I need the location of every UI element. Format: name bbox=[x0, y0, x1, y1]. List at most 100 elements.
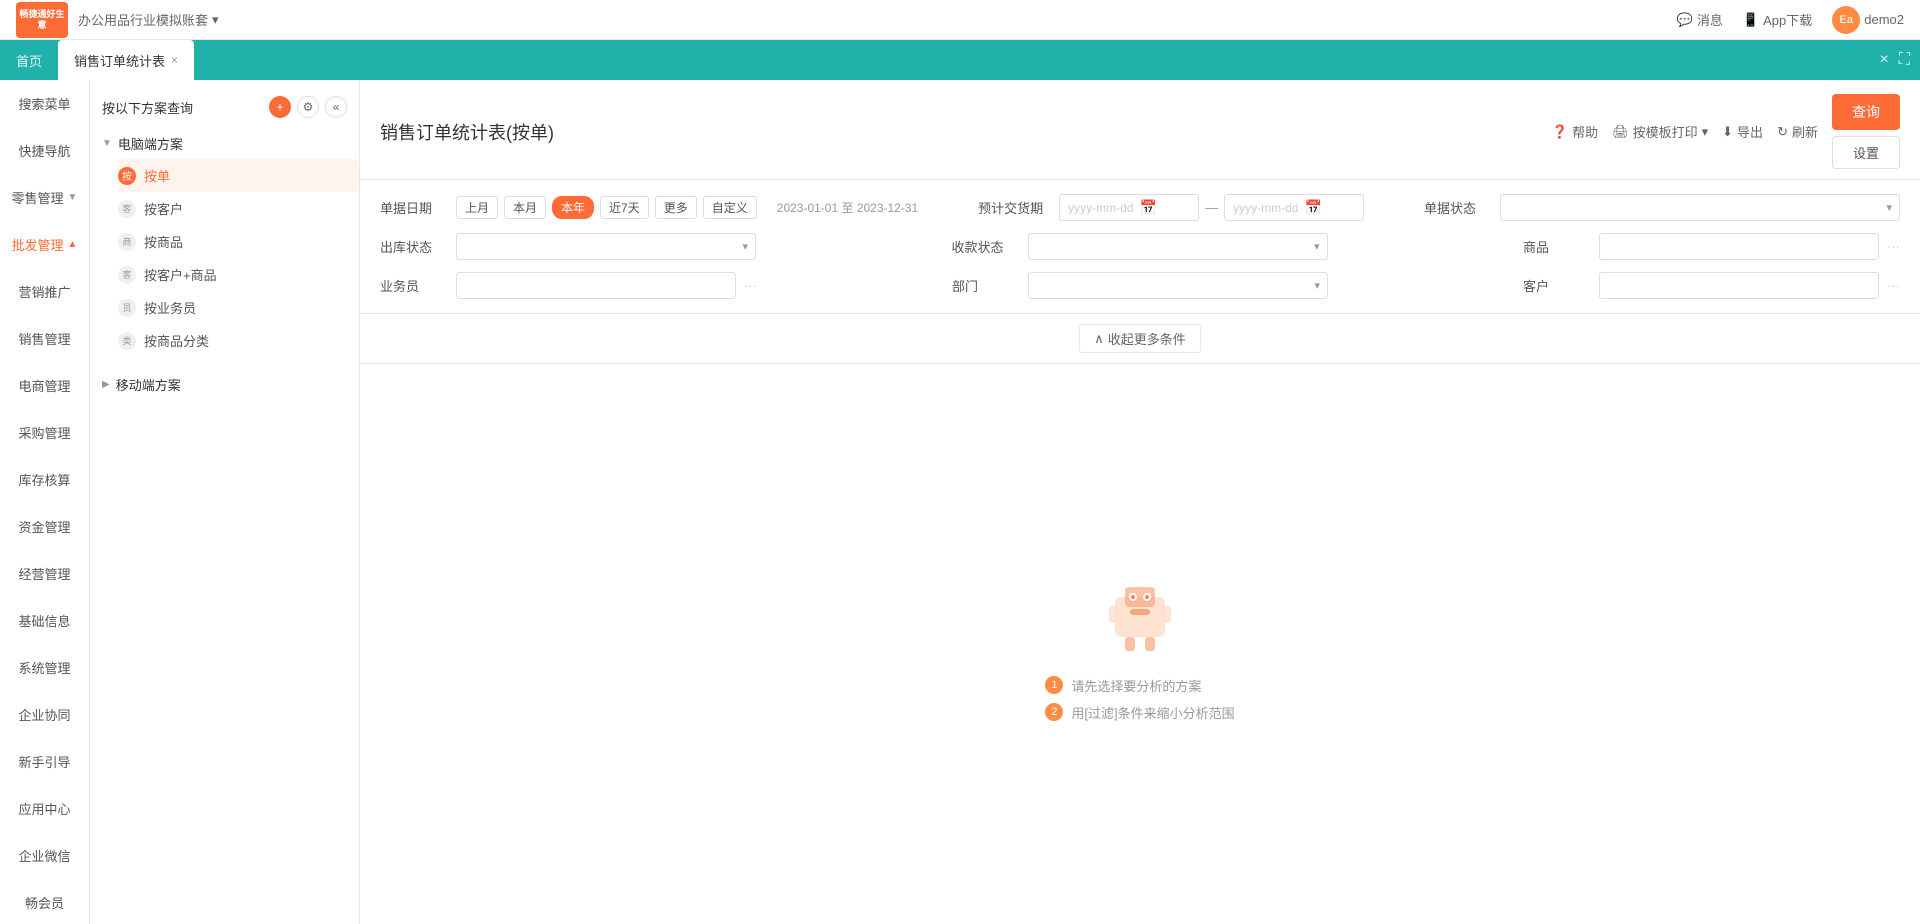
product-dots[interactable]: ··· bbox=[1887, 239, 1900, 254]
pc-section-label: 电脑端方案 bbox=[118, 134, 183, 153]
mobile-section-arrow-icon: ▶ bbox=[102, 379, 110, 390]
help-icon: ❓ bbox=[1552, 124, 1568, 140]
tab-home-label: 首页 bbox=[16, 51, 42, 70]
status-select[interactable] bbox=[1500, 194, 1900, 221]
message-label: 消息 bbox=[1697, 10, 1723, 29]
empty-illustration bbox=[1095, 567, 1185, 660]
empty-hint-2: 2 用[过滤]条件来缩小分析范围 bbox=[1045, 703, 1234, 722]
prev-month-btn[interactable]: 上月 bbox=[456, 196, 498, 219]
collapse-btn-label: 收起更多条件 bbox=[1108, 329, 1186, 348]
scheme-item-by-salesperson[interactable]: 员 按业务员 bbox=[118, 291, 359, 324]
tab-home[interactable]: 首页 bbox=[0, 40, 58, 80]
this-year-btn[interactable]: 本年 bbox=[552, 196, 594, 219]
hint-2-text: 用[过滤]条件来缩小分析范围 bbox=[1071, 703, 1234, 722]
delivery-status-wrap: ▾ bbox=[456, 233, 756, 260]
department-select[interactable] bbox=[1028, 272, 1328, 299]
sidebar-item-member[interactable]: 畅会员 bbox=[0, 879, 89, 924]
delivery-status-label: 出库状态 bbox=[380, 237, 440, 256]
scheme-item-by-category[interactable]: 类 按商品分类 bbox=[118, 324, 359, 357]
sidebar: 搜索菜单 快捷导航 零售管理 ▼ 批发管理 ▲ 营销推广 销售管理 电商管理 采… bbox=[0, 80, 90, 924]
customer-label: 客户 bbox=[1523, 276, 1583, 295]
this-month-btn[interactable]: 本月 bbox=[504, 196, 546, 219]
page-title: 销售订单统计表(按单) bbox=[380, 119, 554, 145]
salesperson-input[interactable] bbox=[456, 272, 736, 299]
sidebar-item-inventory[interactable]: 库存核算 bbox=[0, 456, 89, 503]
sidebar-item-marketing[interactable]: 营销推广 bbox=[0, 268, 89, 315]
export-btn[interactable]: ⬇ 导出 bbox=[1722, 122, 1763, 141]
tab-sales-order-stats[interactable]: 销售订单统计表 × bbox=[58, 40, 194, 80]
user-name: demo2 bbox=[1864, 12, 1904, 27]
user-profile[interactable]: Ea demo2 bbox=[1832, 6, 1904, 34]
sidebar-item-appstore[interactable]: 应用中心 bbox=[0, 785, 89, 832]
calendar-from-icon: 📅 bbox=[1139, 199, 1156, 216]
sidebar-item-sales[interactable]: 销售管理 bbox=[0, 315, 89, 362]
salesperson-dots[interactable]: ··· bbox=[744, 278, 757, 293]
pc-section-arrow-icon: ▼ bbox=[102, 138, 112, 149]
payment-status-select[interactable] bbox=[1028, 233, 1328, 260]
template-print-btn[interactable]: 🖨 按模板打印 ▾ bbox=[1612, 122, 1708, 141]
sidebar-item-purchase[interactable]: 采购管理 bbox=[0, 409, 89, 456]
department-label: 部门 bbox=[952, 276, 1012, 295]
sidebar-purchase-label: 采购管理 bbox=[18, 426, 70, 441]
sidebar-item-quick-nav[interactable]: 快捷导航 bbox=[0, 127, 89, 174]
sidebar-item-retail[interactable]: 零售管理 ▼ bbox=[0, 174, 89, 221]
sidebar-item-operations[interactable]: 经营管理 bbox=[0, 550, 89, 597]
scheme-add-btn[interactable]: + bbox=[269, 96, 291, 118]
tab-controls: × ⛶ bbox=[1879, 51, 1920, 69]
payment-status-label: 收款状态 bbox=[952, 237, 1012, 256]
refresh-btn[interactable]: ↻ 刷新 bbox=[1777, 122, 1818, 141]
sidebar-item-newbie[interactable]: 新手引导 bbox=[0, 738, 89, 785]
sidebar-item-finance[interactable]: 资金管理 bbox=[0, 503, 89, 550]
sidebar-inventory-label: 库存核算 bbox=[18, 473, 70, 488]
window-expand-icon[interactable]: ⛶ bbox=[1899, 51, 1910, 69]
refresh-label: 刷新 bbox=[1792, 122, 1818, 141]
scheme-item-by-customer[interactable]: 客 按客户 bbox=[118, 192, 359, 225]
delivery-date-from[interactable]: yyyy-mm-dd 📅 bbox=[1059, 194, 1199, 221]
scheme-collapse-btn[interactable]: « bbox=[325, 96, 347, 118]
app-subtitle-dropdown[interactable]: 办公用品行业模拟账套 ▾ bbox=[78, 10, 219, 29]
page-header-actions: ❓ 帮助 🖨 按模板打印 ▾ ⬇ 导出 ↻ 刷新 bbox=[1552, 94, 1900, 169]
tabbar: 首页 销售订单统计表 × × ⛶ bbox=[0, 40, 1920, 80]
right-content: 销售订单统计表(按单) ❓ 帮助 🖨 按模板打印 ▾ ⬇ 导出 bbox=[360, 80, 1920, 924]
help-btn[interactable]: ❓ 帮助 bbox=[1552, 122, 1598, 141]
scheme-section-pc-header[interactable]: ▼ 电脑端方案 bbox=[90, 128, 359, 159]
query-btn[interactable]: 查询 bbox=[1832, 94, 1900, 130]
scheme-item-by-order[interactable]: 按 按单 bbox=[118, 159, 359, 192]
collapse-btn[interactable]: ∧ 收起更多条件 bbox=[1079, 324, 1201, 353]
filter-row-2: 出库状态 ▾ 收款状态 ▾ bbox=[380, 233, 1900, 260]
product-input[interactable] bbox=[1599, 233, 1879, 260]
delivery-date-group: yyyy-mm-dd 📅 — yyyy-mm-dd 📅 bbox=[1059, 194, 1364, 221]
department-wrap: ▾ bbox=[1028, 272, 1328, 299]
customer-input[interactable] bbox=[1599, 272, 1879, 299]
custom-btn[interactable]: 自定义 bbox=[703, 196, 757, 219]
set-btn[interactable]: 设置 bbox=[1832, 136, 1900, 169]
sidebar-item-wechat[interactable]: 企业微信 bbox=[0, 832, 89, 879]
by-salesperson-icon: 员 bbox=[118, 299, 136, 317]
message-btn[interactable]: 💬 消息 bbox=[1677, 10, 1723, 29]
more-btn[interactable]: 更多 bbox=[655, 196, 697, 219]
sidebar-item-enterprise[interactable]: 企业协同 bbox=[0, 691, 89, 738]
scheme-settings-btn[interactable]: ⚙ bbox=[297, 96, 319, 118]
sidebar-item-wholesale[interactable]: 批发管理 ▲ bbox=[0, 221, 89, 268]
scheme-item-by-product[interactable]: 商 按商品 bbox=[118, 225, 359, 258]
sidebar-item-search-menu[interactable]: 搜索菜单 bbox=[0, 80, 89, 127]
sidebar-item-ecommerce[interactable]: 电商管理 bbox=[0, 362, 89, 409]
tab-active-label: 销售订单统计表 bbox=[74, 51, 165, 70]
app-download-btn[interactable]: 📱 App下载 bbox=[1743, 10, 1812, 29]
by-category-icon: 类 bbox=[118, 332, 136, 350]
delivery-date-from-placeholder: yyyy-mm-dd bbox=[1068, 201, 1133, 215]
delivery-status-select[interactable] bbox=[456, 233, 756, 260]
scheme-section-mobile-header[interactable]: ▶ 移动端方案 bbox=[90, 369, 359, 400]
customer-dots[interactable]: ··· bbox=[1887, 278, 1900, 293]
sidebar-newbie-label: 新手引导 bbox=[18, 755, 70, 770]
sidebar-item-basic[interactable]: 基础信息 bbox=[0, 597, 89, 644]
last-7days-btn[interactable]: 近7天 bbox=[600, 196, 649, 219]
window-close-icon[interactable]: × bbox=[1879, 51, 1888, 69]
by-salesperson-label: 按业务员 bbox=[144, 298, 196, 317]
tab-close-icon[interactable]: × bbox=[171, 53, 178, 67]
delivery-date-to[interactable]: yyyy-mm-dd 📅 bbox=[1224, 194, 1364, 221]
sidebar-item-system[interactable]: 系统管理 bbox=[0, 644, 89, 691]
help-label: 帮助 bbox=[1572, 122, 1598, 141]
scheme-item-by-customer-product[interactable]: 客 按客户+商品 bbox=[118, 258, 359, 291]
payment-status-wrap: ▾ bbox=[1028, 233, 1328, 260]
